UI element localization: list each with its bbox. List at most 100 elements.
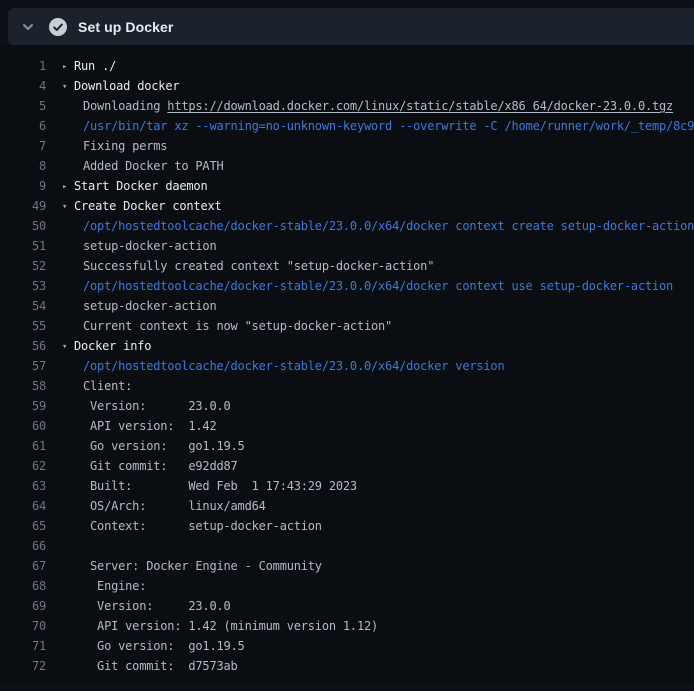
group-toggle[interactable]: ▸Run ./: [62, 56, 116, 76]
log-line: 6/usr/bin/tar xz --warning=no-unknown-ke…: [0, 116, 694, 136]
group-toggle[interactable]: ▾Create Docker context: [62, 196, 222, 216]
log-command-text: /usr/bin/tar xz --warning=no-unknown-key…: [83, 116, 694, 136]
log-text: Fixing perms: [83, 136, 167, 156]
log-line: 1 ▸Run ./: [0, 56, 694, 76]
log-line: 7 Fixing perms: [0, 136, 694, 156]
line-number-link[interactable]: 65: [0, 516, 46, 536]
line-number-link[interactable]: 68: [0, 576, 46, 596]
group-toggle[interactable]: ▾Docker info: [62, 336, 151, 356]
log-body: 1▸Run ./4▾Download docker5Downloading ht…: [0, 45, 694, 683]
log-url-link[interactable]: https://download.docker.com/linux/static…: [167, 99, 673, 113]
log-line: 49 ▾Create Docker context: [0, 196, 694, 216]
log-text: Current context is now "setup-docker-act…: [83, 316, 392, 336]
triangle-right-icon[interactable]: ▸: [62, 177, 74, 197]
line-number-link[interactable]: 50: [0, 216, 46, 236]
triangle-down-icon[interactable]: ▾: [62, 77, 74, 97]
log-line: 72 Git commit: d7573ab: [0, 656, 694, 676]
log-line: 5 Downloading https://download.docker.com…: [0, 96, 694, 116]
log-line: 63 Built: Wed Feb 1 17:43:29 2023: [0, 476, 694, 496]
log-line: 56 ▾Docker info: [0, 336, 694, 356]
log-line: 60 API version: 1.42: [0, 416, 694, 436]
log-text-segment: Downloading: [83, 99, 167, 113]
line-number-link[interactable]: 49: [0, 196, 46, 216]
line-number-link[interactable]: 67: [0, 556, 46, 576]
line-number-link[interactable]: 5: [0, 96, 46, 116]
line-number-link[interactable]: 51: [0, 236, 46, 256]
log-line: 4 ▾Download docker: [0, 76, 694, 96]
line-number-link[interactable]: 69: [0, 596, 46, 616]
line-number-link[interactable]: 72: [0, 656, 46, 676]
log-line: 59 Version: 23.0.0: [0, 396, 694, 416]
log-line: 54setup-docker-action: [0, 296, 694, 316]
log-text: Engine:: [83, 576, 146, 596]
group-title: Start Docker daemon: [74, 179, 207, 193]
group-toggle[interactable]: ▾Download docker: [62, 76, 179, 96]
line-number-link[interactable]: 9: [0, 176, 46, 196]
line-number-link[interactable]: 4: [0, 76, 46, 96]
log-text: Client:: [83, 376, 132, 396]
log-line: 55 Current context is now "setup-docker-a…: [0, 316, 694, 336]
log-line: 57/opt/hostedtoolcache/docker-stable/23.…: [0, 356, 694, 376]
line-number-link[interactable]: 59: [0, 396, 46, 416]
step-title: Set up Docker: [78, 19, 173, 35]
line-number-link[interactable]: 70: [0, 616, 46, 636]
line-number-link[interactable]: 71: [0, 636, 46, 656]
line-number-link[interactable]: 52: [0, 256, 46, 276]
log-text: API version: 1.42: [83, 416, 216, 436]
log-line: 66: [0, 536, 694, 556]
log-line: 70 API version: 1.42 (minimum version 1.…: [0, 616, 694, 636]
line-number-link[interactable]: 61: [0, 436, 46, 456]
chevron-down-icon[interactable]: [20, 19, 36, 35]
line-number-link[interactable]: 8: [0, 156, 46, 176]
log-line: 51 setup-docker-action: [0, 236, 694, 256]
log-text: Context: setup-docker-action: [83, 516, 322, 536]
log-line: 67 Server: Docker Engine - Community: [0, 556, 694, 576]
log-text: Go version: go1.19.5: [83, 436, 245, 456]
log-command-text: /opt/hostedtoolcache/docker-stable/23.0.…: [83, 276, 673, 296]
log-line: 69 Version: 23.0.0: [0, 596, 694, 616]
log-command-text: /opt/hostedtoolcache/docker-stable/23.0.…: [83, 356, 504, 376]
line-number-link[interactable]: 62: [0, 456, 46, 476]
line-number-link[interactable]: 6: [0, 116, 46, 136]
group-title: Download docker: [74, 79, 179, 93]
group-toggle[interactable]: ▸Start Docker daemon: [62, 176, 207, 196]
log-text: setup-docker-action: [83, 236, 216, 256]
log-line: 52Successfully created context "setup-do…: [0, 256, 694, 276]
line-number-link[interactable]: 55: [0, 316, 46, 336]
line-number-link[interactable]: 64: [0, 496, 46, 516]
log-text: Built: Wed Feb 1 17:43:29 2023: [83, 476, 357, 496]
line-number-link[interactable]: 7: [0, 136, 46, 156]
log-line: 50/opt/hostedtoolcache/docker-stable/23.…: [0, 216, 694, 236]
log-text: Version: 23.0.0: [83, 396, 231, 416]
log-line: 62 Git commit: e92dd87: [0, 456, 694, 476]
log-line: 58 Client:: [0, 376, 694, 396]
log-text: API version: 1.42 (minimum version 1.12): [83, 616, 378, 636]
check-circle-icon: [49, 18, 67, 36]
log-line: 61 Go version: go1.19.5: [0, 436, 694, 456]
triangle-down-icon[interactable]: ▾: [62, 197, 74, 217]
line-number-link[interactable]: 54: [0, 296, 46, 316]
line-number-link[interactable]: 57: [0, 356, 46, 376]
group-title: Run ./: [74, 59, 116, 73]
triangle-down-icon[interactable]: ▾: [62, 337, 74, 357]
line-number-link[interactable]: 60: [0, 416, 46, 436]
line-number-link[interactable]: 1: [0, 56, 46, 76]
log-text: Version: 23.0.0: [83, 596, 231, 616]
group-title: Docker info: [74, 339, 151, 353]
log-line: 65 Context: setup-docker-action: [0, 516, 694, 536]
log-line: 68 Engine:: [0, 576, 694, 596]
step-header[interactable]: Set up Docker: [8, 8, 694, 45]
line-number-link[interactable]: 58: [0, 376, 46, 396]
log-command-text: /opt/hostedtoolcache/docker-stable/23.0.…: [83, 216, 694, 236]
log-text: Go version: go1.19.5: [83, 636, 245, 656]
log-text: Added Docker to PATH: [83, 156, 224, 176]
log-line: 53/opt/hostedtoolcache/docker-stable/23.…: [0, 276, 694, 296]
line-number-link[interactable]: 66: [0, 536, 46, 556]
line-number-link[interactable]: 53: [0, 276, 46, 296]
line-number-link[interactable]: 56: [0, 336, 46, 356]
line-number-link[interactable]: 63: [0, 476, 46, 496]
log-line: 71 Go version: go1.19.5: [0, 636, 694, 656]
log-text: Git commit: e92dd87: [83, 456, 238, 476]
triangle-right-icon[interactable]: ▸: [62, 57, 74, 77]
log-text: Downloading https://download.docker.com/…: [83, 96, 673, 116]
